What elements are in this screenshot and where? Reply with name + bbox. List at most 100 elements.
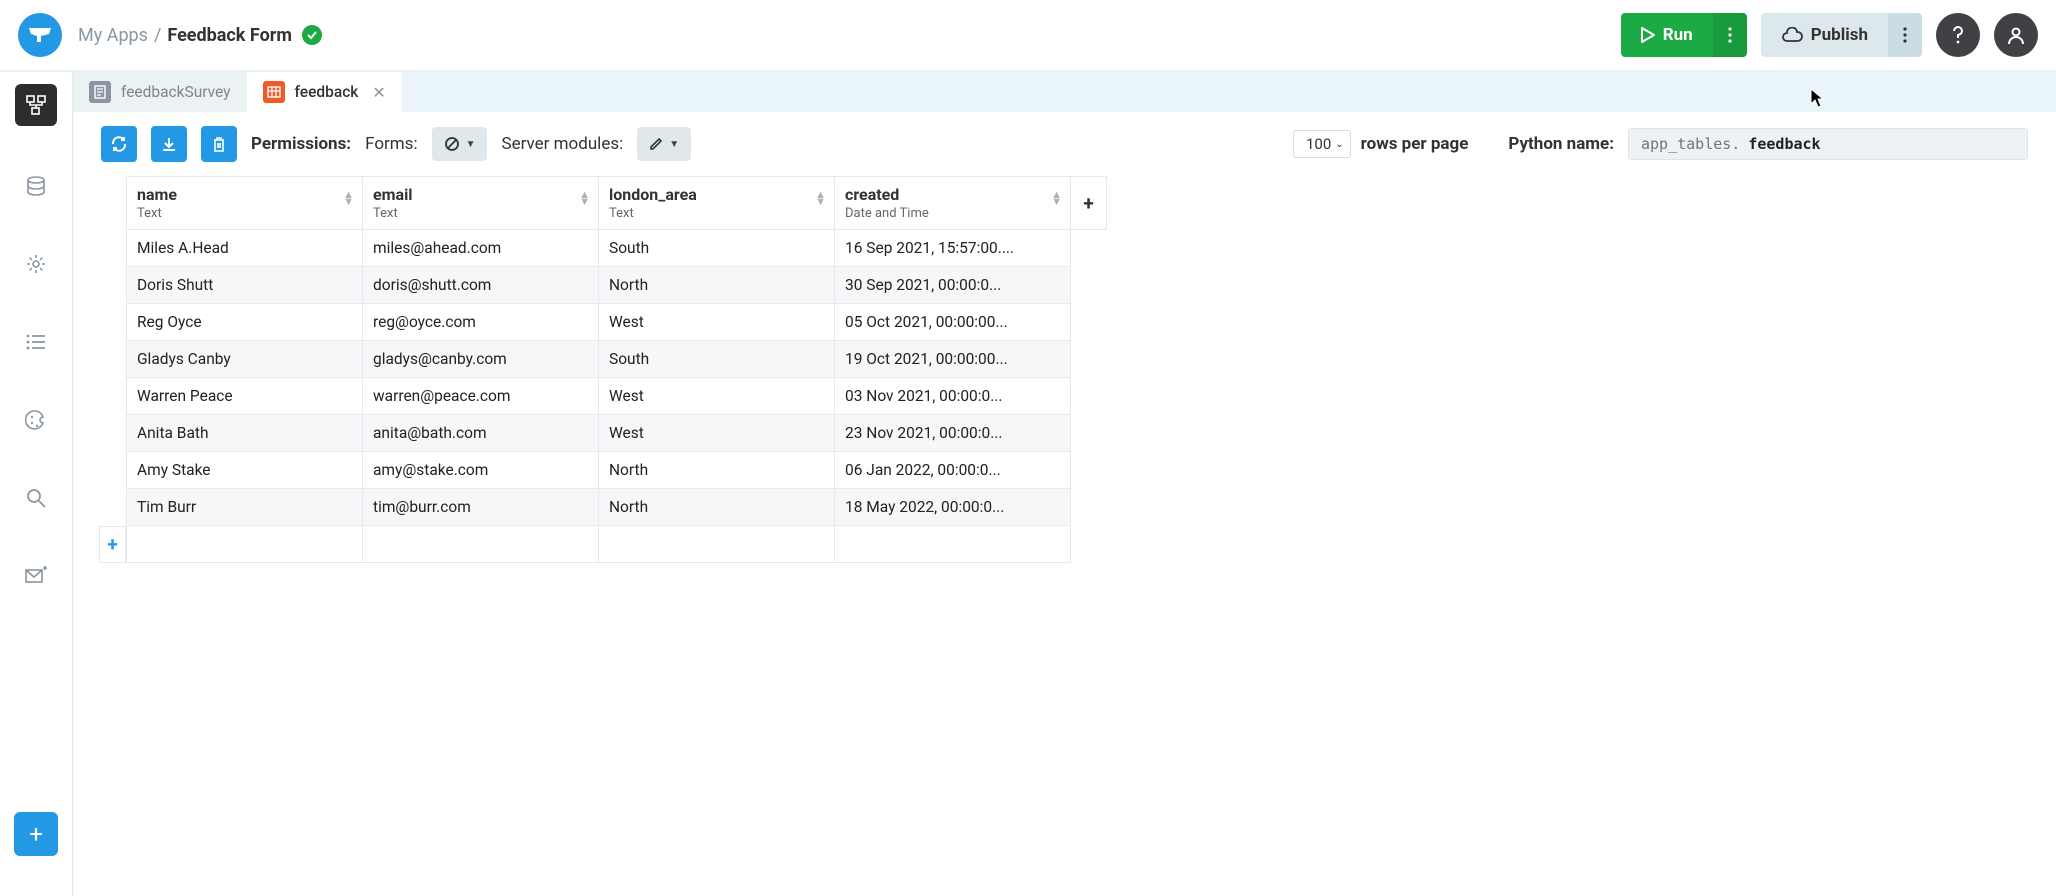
cell-email[interactable]: tim@burr.com: [363, 489, 599, 526]
tab-feedbacksurvey[interactable]: feedbackSurvey: [73, 72, 247, 112]
empty-cell[interactable]: [127, 526, 363, 563]
inbox-icon: [24, 566, 48, 586]
cell-name[interactable]: Miles A.Head: [127, 230, 363, 267]
run-button[interactable]: Run: [1621, 13, 1713, 57]
python-name-field[interactable]: app_tables. feedback: [1628, 128, 2028, 160]
sort-icon[interactable]: ▲▼: [1051, 191, 1062, 205]
sidebar-app-button[interactable]: [15, 84, 57, 126]
sidebar-list-button[interactable]: [18, 324, 54, 360]
cell-email[interactable]: amy@stake.com: [363, 452, 599, 489]
breadcrumb-parent[interactable]: My Apps: [78, 25, 148, 46]
cell-name[interactable]: Doris Shutt: [127, 267, 363, 304]
cell-area[interactable]: West: [599, 304, 835, 341]
python-name-value: feedback: [1748, 135, 1820, 153]
download-button[interactable]: [151, 126, 187, 162]
status-check-icon: [302, 25, 322, 45]
add-row-button[interactable]: +: [99, 526, 126, 563]
cell-created[interactable]: 30 Sep 2021, 00:00:0...: [835, 267, 1071, 304]
table-row-empty[interactable]: [127, 526, 1107, 563]
column-header-london-area[interactable]: london_area Text ▲▼: [599, 177, 835, 230]
column-header-created[interactable]: created Date and Time ▲▼: [835, 177, 1071, 230]
rows-per-page-select[interactable]: 100 ⌄: [1293, 130, 1351, 158]
cell-name[interactable]: Tim Burr: [127, 489, 363, 526]
cell-created[interactable]: 03 Nov 2021, 00:00:0...: [835, 378, 1071, 415]
close-icon[interactable]: ✕: [372, 83, 385, 102]
refresh-button[interactable]: [101, 126, 137, 162]
anvil-logo[interactable]: [18, 13, 62, 57]
cloud-icon: [1781, 27, 1803, 43]
caret-down-icon: ▼: [669, 139, 679, 150]
table-row[interactable]: Miles A.Headmiles@ahead.comSouth16 Sep 2…: [127, 230, 1107, 267]
plus-icon: +: [107, 533, 117, 556]
cell-name[interactable]: Gladys Canby: [127, 341, 363, 378]
column-header-email[interactable]: email Text ▲▼: [363, 177, 599, 230]
forms-permission-dropdown[interactable]: ▼: [432, 127, 488, 161]
empty-cell[interactable]: [363, 526, 599, 563]
table-row[interactable]: Anita Bathanita@bath.comWest23 Nov 2021,…: [127, 415, 1107, 452]
data-table: name Text ▲▼ email Text ▲▼ london_area T…: [126, 176, 1107, 563]
server-modules-label: Server modules:: [501, 134, 623, 154]
cell-created[interactable]: 16 Sep 2021, 15:57:00....: [835, 230, 1071, 267]
cell-email[interactable]: anita@bath.com: [363, 415, 599, 452]
cell-name[interactable]: Anita Bath: [127, 415, 363, 452]
cell-email[interactable]: miles@ahead.com: [363, 230, 599, 267]
help-button[interactable]: [1936, 13, 1980, 57]
cell-area[interactable]: West: [599, 415, 835, 452]
table-row[interactable]: Amy Stakeamy@stake.comNorth06 Jan 2022, …: [127, 452, 1107, 489]
cell-email[interactable]: warren@peace.com: [363, 378, 599, 415]
sidebar-add-button[interactable]: +: [14, 812, 58, 856]
play-icon: [1641, 27, 1655, 43]
publish-button[interactable]: Publish: [1761, 13, 1888, 57]
cell-area[interactable]: North: [599, 267, 835, 304]
cell-created[interactable]: 05 Oct 2021, 00:00:00...: [835, 304, 1071, 341]
pencil-icon: [649, 137, 663, 151]
cell-created[interactable]: 06 Jan 2022, 00:00:0...: [835, 452, 1071, 489]
sidebar-inbox-button[interactable]: [18, 558, 54, 594]
cell-created[interactable]: 18 May 2022, 00:00:0...: [835, 489, 1071, 526]
sidebar-search-button[interactable]: [18, 480, 54, 516]
empty-cell[interactable]: [599, 526, 835, 563]
cell-area[interactable]: South: [599, 230, 835, 267]
server-modules-permission-dropdown[interactable]: ▼: [637, 127, 691, 161]
cell-created[interactable]: 23 Nov 2021, 00:00:0...: [835, 415, 1071, 452]
table-row[interactable]: Tim Burrtim@burr.comNorth18 May 2022, 00…: [127, 489, 1107, 526]
cell-name[interactable]: Reg Oyce: [127, 304, 363, 341]
cell-email[interactable]: reg@oyce.com: [363, 304, 599, 341]
empty-cell[interactable]: [835, 526, 1071, 563]
cell-area[interactable]: West: [599, 378, 835, 415]
cell-name[interactable]: Warren Peace: [127, 378, 363, 415]
table-row[interactable]: Gladys Canbygladys@canby.comSouth19 Oct …: [127, 341, 1107, 378]
sort-icon[interactable]: ▲▼: [815, 191, 826, 205]
cell-email[interactable]: doris@shutt.com: [363, 267, 599, 304]
python-name-label: Python name:: [1508, 134, 1614, 154]
sidebar-palette-button[interactable]: [18, 402, 54, 438]
cell-area[interactable]: North: [599, 489, 835, 526]
account-button[interactable]: [1994, 13, 2038, 57]
add-column-button[interactable]: +: [1071, 177, 1107, 230]
column-header-name[interactable]: name Text ▲▼: [127, 177, 363, 230]
run-dropdown-button[interactable]: [1713, 13, 1747, 57]
delete-button[interactable]: [201, 126, 237, 162]
table-row[interactable]: Reg Oycereg@oyce.comWest05 Oct 2021, 00:…: [127, 304, 1107, 341]
list-icon: [25, 331, 47, 353]
user-icon: [2007, 26, 2025, 44]
dots-vertical-icon: [1728, 27, 1732, 43]
refresh-icon: [110, 135, 128, 153]
hierarchy-icon: [25, 94, 47, 116]
cell-created[interactable]: 19 Oct 2021, 00:00:00...: [835, 341, 1071, 378]
sort-icon[interactable]: ▲▼: [343, 191, 354, 205]
breadcrumb: My Apps / Feedback Form: [78, 25, 292, 46]
cell-email[interactable]: gladys@canby.com: [363, 341, 599, 378]
tab-feedback[interactable]: feedback ✕: [247, 72, 402, 112]
cell-area[interactable]: South: [599, 341, 835, 378]
breadcrumb-current[interactable]: Feedback Form: [167, 25, 292, 46]
table-row[interactable]: Doris Shuttdoris@shutt.comNorth30 Sep 20…: [127, 267, 1107, 304]
sidebar-settings-button[interactable]: [18, 246, 54, 282]
sort-icon[interactable]: ▲▼: [579, 191, 590, 205]
publish-dropdown-button[interactable]: [1888, 13, 1922, 57]
sidebar-database-button[interactable]: [18, 168, 54, 204]
cell-area[interactable]: North: [599, 452, 835, 489]
form-icon: [89, 81, 111, 103]
table-row[interactable]: Warren Peacewarren@peace.comWest03 Nov 2…: [127, 378, 1107, 415]
cell-name[interactable]: Amy Stake: [127, 452, 363, 489]
